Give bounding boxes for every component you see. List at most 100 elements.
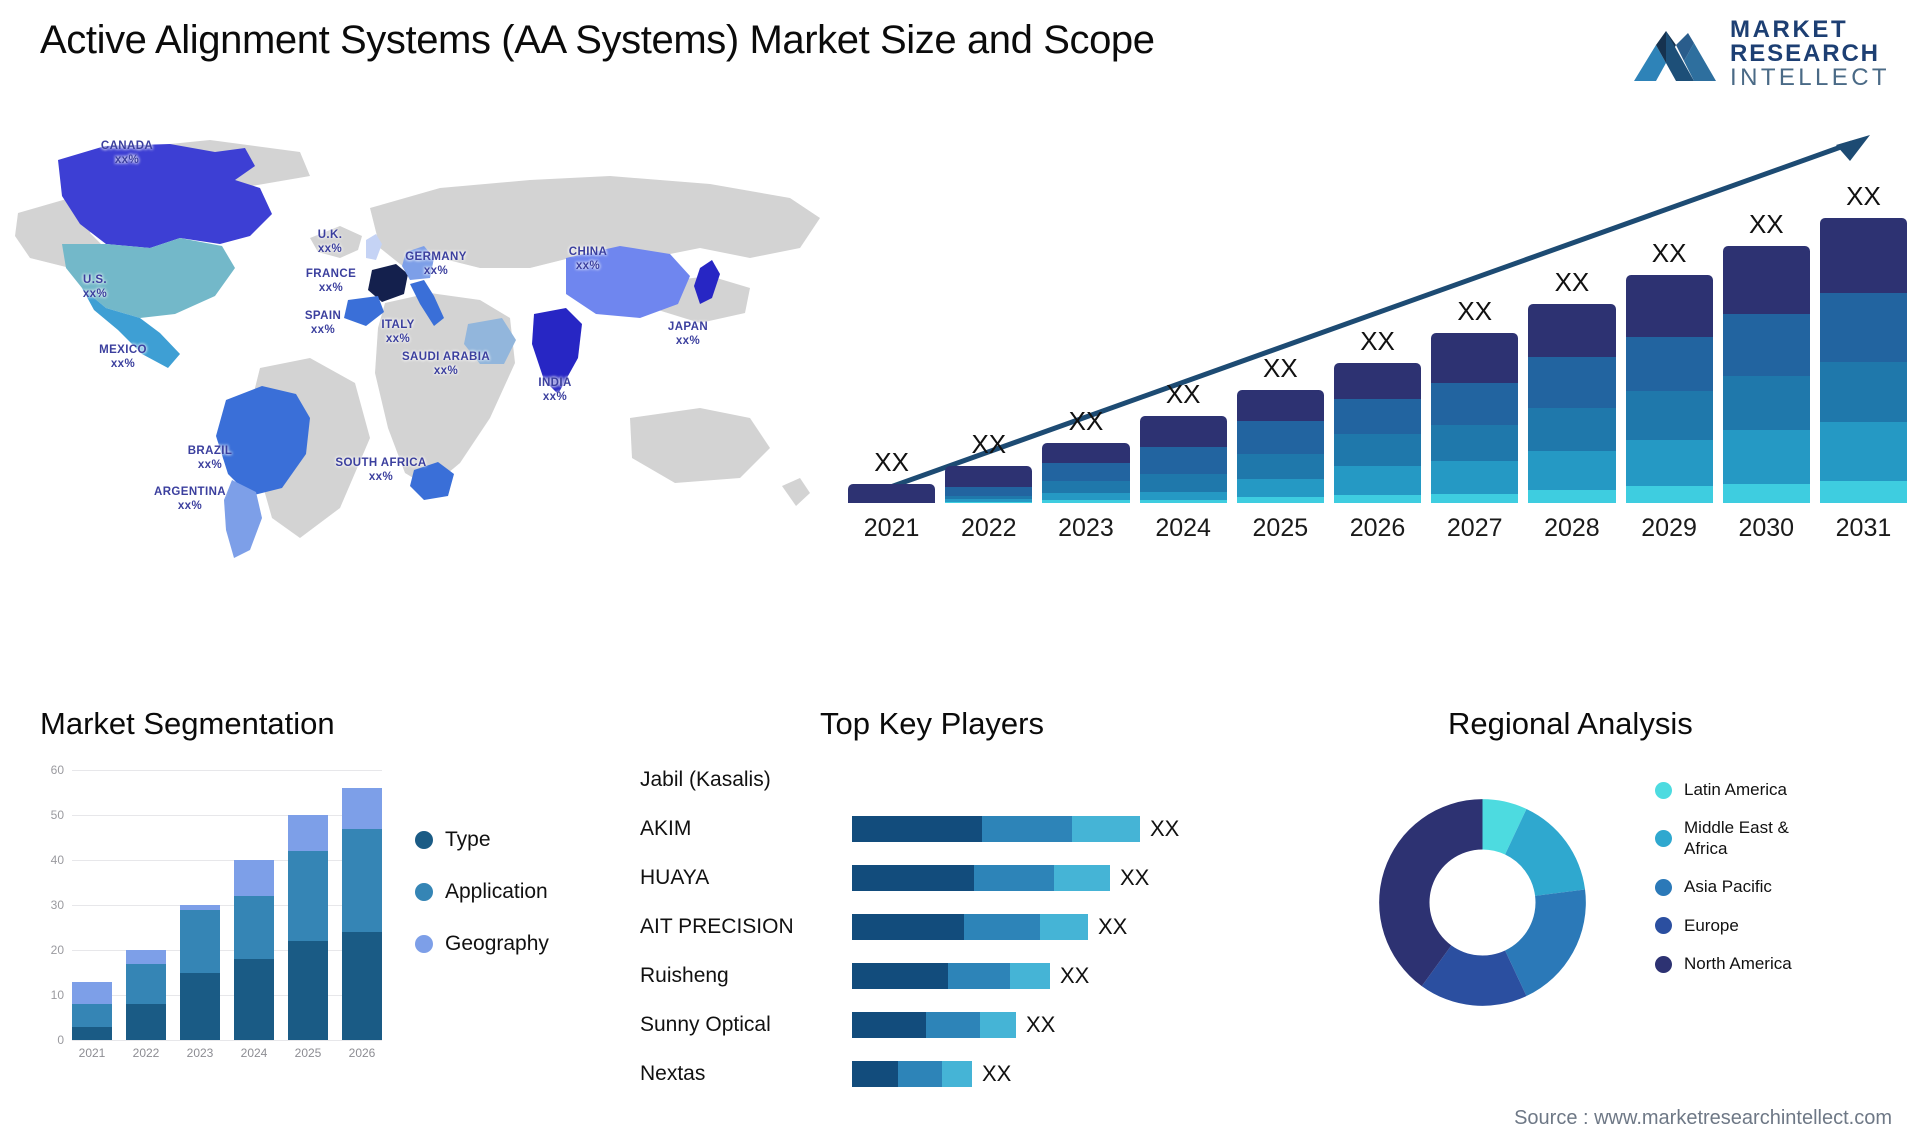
segmentation-bar-segment: [72, 1026, 112, 1040]
forecast-bar-value-label: XX: [1068, 405, 1104, 436]
forecast-bar-segment: [1236, 479, 1324, 497]
key-player-value: XX: [1120, 864, 1150, 890]
forecast-bar-group: XX: [945, 163, 1033, 503]
segmentation-y-tick: 0: [57, 1033, 64, 1047]
segmentation-bar: [234, 860, 274, 1040]
regional-legend-item: Asia Pacific: [1655, 877, 1824, 897]
segmentation-legend-label: Type: [445, 828, 491, 851]
segmentation-bar-segment: [72, 1004, 112, 1027]
forecast-bar-segment: [1722, 246, 1810, 314]
forecast-bar-segment: [1528, 303, 1616, 357]
regional-legend-label: Asia Pacific: [1684, 877, 1772, 897]
map-label-mexico: MEXICO xx%: [99, 344, 147, 371]
forecast-bar-segment: [1333, 363, 1422, 399]
market-research-intellect-logo-icon: [1634, 31, 1717, 81]
forecast-bar-group: XX: [1625, 163, 1713, 503]
forecast-bar-segment: [1722, 430, 1810, 484]
regional-legend-item: North America: [1655, 954, 1824, 974]
forecast-bar-segment: [1431, 425, 1519, 461]
forecast-bar-segment: [1139, 491, 1227, 501]
segmentation-bar: [72, 981, 112, 1040]
segmentation-bar-segment: [180, 972, 220, 1040]
key-player-value: XX: [1098, 913, 1128, 939]
forecast-year-label: 2023: [1058, 514, 1114, 542]
key-player-bar: [852, 913, 1088, 940]
forecast-year-label: 2031: [1835, 514, 1892, 542]
key-player-name: AIT PRECISION: [640, 914, 794, 938]
key-player-bar-segment: [898, 1060, 942, 1087]
logo-line-2: RESEARCH: [1730, 40, 1880, 67]
key-player-bar-segment: [1010, 962, 1050, 989]
key-player-name: Nextas: [640, 1061, 706, 1085]
key-player-bar-segment: [1040, 913, 1088, 940]
key-player-bar-segment: [942, 1060, 972, 1087]
segmentation-bar-group: [234, 770, 274, 1040]
forecast-bar: [1236, 389, 1324, 503]
forecast-bar-group: XX: [1042, 163, 1130, 503]
segmentation-bar-segment: [180, 909, 220, 973]
map-label-argentina: ARGENTINA xx%: [154, 486, 226, 513]
segmentation-bar-segment: [234, 959, 274, 1040]
top-key-players-panel: Jabil (Kasalis) AKIM XX HUAYA XX AIT PRECISIO…: [640, 755, 1320, 1115]
forecast-bar-value-label: XX: [874, 446, 909, 477]
key-player-bar-segment: [852, 1060, 898, 1087]
key-player-bar: [852, 962, 1050, 989]
segmentation-y-tick: 40: [50, 853, 64, 867]
segmentation-x-label: 2025: [294, 1046, 322, 1060]
segmentation-bar: [288, 815, 328, 1040]
key-player-value: XX: [982, 1060, 1012, 1086]
forecast-bar-segment: [1528, 356, 1616, 409]
forecast-year-axis: 2021 2022 2023 2024 2025 2026 2027 2028 2029 2030…: [840, 514, 1915, 543]
forecast-bar-segment: [1431, 382, 1519, 426]
segmentation-legend-item: Application: [415, 880, 549, 904]
forecast-bar-segment: [1819, 293, 1908, 363]
regional-legend-item: Europe: [1655, 916, 1824, 936]
key-player-row: Jabil (Kasalis): [640, 755, 1320, 804]
segmentation-gridline: [72, 1040, 382, 1041]
key-player-bar-segment: [948, 962, 1010, 989]
key-player-bar-segment: [926, 1011, 980, 1038]
key-player-name: Ruisheng: [640, 963, 729, 987]
segmentation-x-label: 2024: [240, 1046, 268, 1060]
regional-donut-chart: [1379, 799, 1586, 1006]
segmentation-bar-segment: [288, 941, 328, 1040]
segmentation-bar-segment: [234, 896, 274, 959]
segmentation-bar-group: [72, 770, 112, 1040]
key-player-bar-segment: [852, 815, 982, 842]
key-player-row: HUAYA XX: [640, 853, 1320, 902]
forecast-bar-group: XX: [1528, 163, 1616, 503]
world-map-panel: CANADA xx% U.S. xx% MEXICO xx% BRAZIL xx% AR…: [10, 118, 840, 558]
key-player-bar-segment: [852, 1011, 926, 1038]
forecast-bar-segment: [1431, 333, 1519, 383]
segmentation-y-tick: 50: [50, 808, 64, 822]
legend-dot-icon: [415, 883, 433, 901]
forecast-bar: [945, 465, 1033, 503]
logo-line-3: INTELLECT: [1730, 64, 1890, 91]
forecast-bar-segment: [1528, 450, 1616, 490]
map-label-brazil: BRAZIL xx%: [187, 445, 233, 472]
forecast-bar-group: XX: [1333, 163, 1422, 503]
forecast-bar-value-label: XX: [971, 428, 1007, 459]
forecast-bar-group: XX: [848, 163, 936, 503]
forecast-bar: [1722, 246, 1810, 503]
forecast-bar-value-label: XX: [1457, 296, 1493, 327]
legend-dot-icon: [1655, 917, 1672, 935]
forecast-bar-segment: [1819, 480, 1908, 503]
forecast-bar-group: XX: [1236, 163, 1324, 503]
segmentation-bar-group: [180, 770, 220, 1040]
key-player-bar: [852, 1011, 1016, 1038]
forecast-bar-segment: [1139, 473, 1227, 492]
infographic-page: Active Alignment Systems (AA Systems) Ma…: [0, 0, 1920, 1146]
key-player-name: Jabil (Kasalis): [640, 767, 771, 791]
segmentation-bar-segment: [342, 932, 382, 1040]
map-label-saudi-arabia: SAUDI ARABIA xx%: [401, 351, 491, 378]
segmentation-bar: [342, 788, 382, 1040]
forecast-bar-segment: [1236, 420, 1324, 455]
forecast-year-label: 2021: [863, 514, 920, 542]
forecast-bar-segment: [1819, 362, 1908, 423]
segmentation-legend-label: Geography: [445, 932, 549, 955]
segmentation-x-axis: 2021 2022 2023 2024 2025 2026: [72, 1046, 382, 1060]
forecast-bar-segment: [1722, 375, 1810, 431]
forecast-bar-group: XX: [1722, 163, 1810, 503]
segmentation-legend: Type Application Geography: [415, 828, 549, 956]
